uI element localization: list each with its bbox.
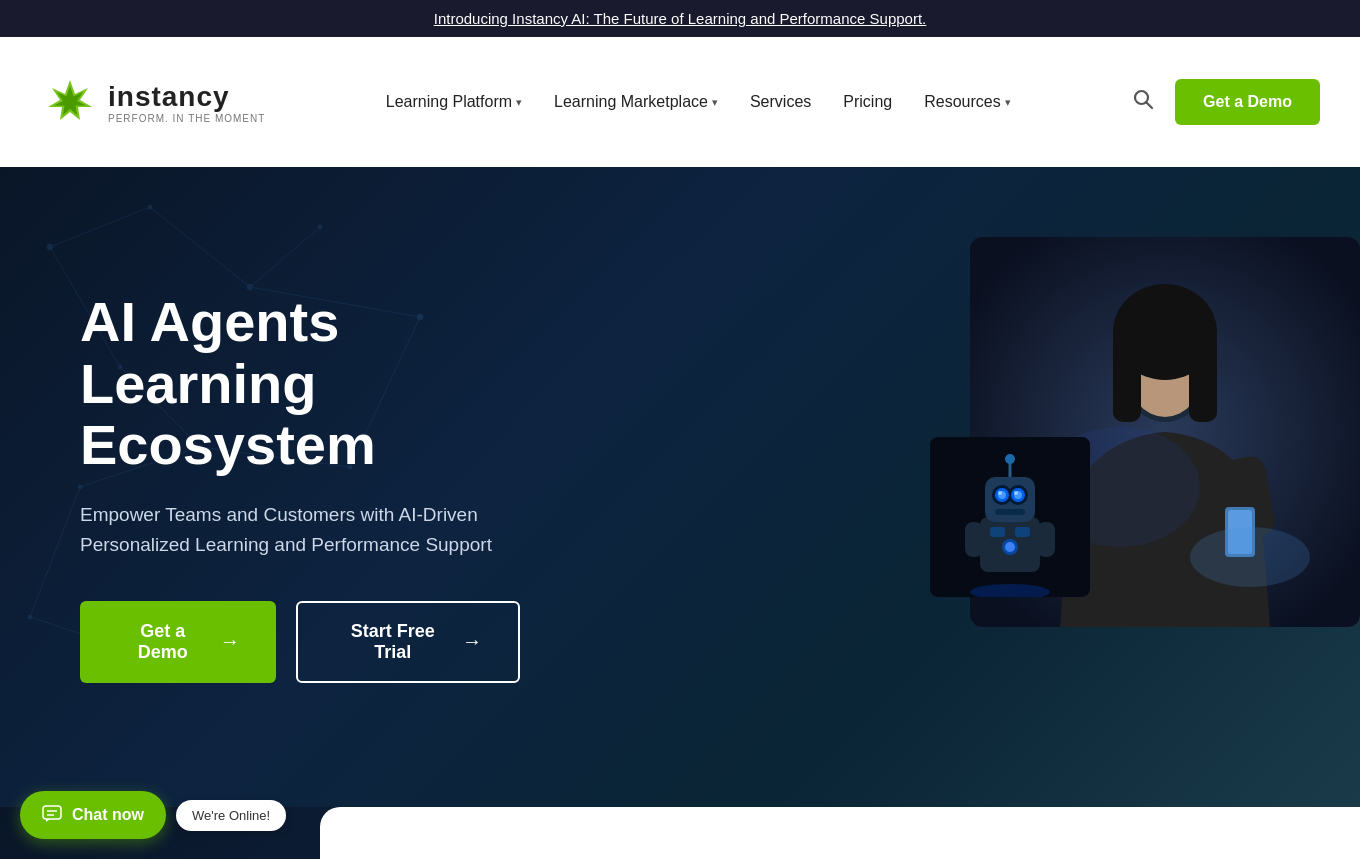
hero-subtitle: Empower Teams and Customers with AI-Driv… (80, 500, 520, 561)
nav-services[interactable]: Services (750, 85, 811, 119)
svg-point-5 (148, 205, 152, 209)
logo-name: instancy (108, 81, 265, 113)
svg-point-36 (1190, 527, 1310, 587)
svg-point-50 (1005, 454, 1015, 464)
hero-content: AI Agents Learning Ecosystem Empower Tea… (0, 211, 600, 763)
chat-icon (42, 805, 62, 825)
chat-status: We're Online! (176, 800, 286, 831)
hero-start-trial-button[interactable]: Start Free Trial → (296, 601, 520, 683)
logo-tagline: PERFORM. IN THE MOMENT (108, 113, 265, 124)
logo-text: instancy PERFORM. IN THE MOMENT (108, 81, 265, 124)
header-get-demo-button[interactable]: Get a Demo (1175, 79, 1320, 125)
search-button[interactable] (1131, 87, 1155, 117)
svg-rect-57 (1037, 522, 1055, 557)
chat-widget: Chat now We're Online! (20, 791, 286, 839)
announcement-banner: Introducing Instancy AI: The Future of L… (0, 0, 1360, 37)
svg-rect-73 (43, 806, 61, 819)
hero-images (940, 277, 1360, 697)
nav-resources[interactable]: Resources ▾ (924, 85, 1010, 119)
hero-title: AI Agents Learning Ecosystem (80, 291, 520, 476)
hero-robot-svg (930, 437, 1090, 597)
arrow-right-icon: → (220, 630, 240, 653)
svg-rect-51 (995, 509, 1025, 515)
logo-icon (40, 72, 100, 132)
logo[interactable]: instancy PERFORM. IN THE MOMENT (40, 72, 265, 132)
svg-point-48 (1014, 491, 1018, 495)
main-nav: Learning Platform ▾ Learning Marketplace… (386, 85, 1011, 119)
chevron-down-icon: ▾ (516, 96, 522, 109)
nav-pricing[interactable]: Pricing (843, 85, 892, 119)
header-right: Get a Demo (1131, 79, 1320, 125)
hero-get-demo-button[interactable]: Get a Demo → (80, 601, 276, 683)
svg-line-3 (1147, 103, 1153, 109)
svg-rect-53 (1015, 527, 1030, 537)
svg-rect-56 (965, 522, 983, 557)
chevron-down-icon: ▾ (712, 96, 718, 109)
hero-buttons: Get a Demo → Start Free Trial → (80, 601, 520, 683)
svg-rect-52 (990, 527, 1005, 537)
nav-learning-platform[interactable]: Learning Platform ▾ (386, 85, 522, 119)
nav-learning-marketplace[interactable]: Learning Marketplace ▾ (554, 85, 718, 119)
svg-point-55 (1005, 542, 1015, 552)
svg-rect-31 (1113, 332, 1141, 422)
svg-rect-32 (1189, 332, 1217, 422)
banner-link[interactable]: Introducing Instancy AI: The Future of L… (434, 10, 927, 27)
arrow-right-icon: → (462, 630, 482, 653)
hero-section: AI Agents Learning Ecosystem Empower Tea… (0, 167, 1360, 807)
chevron-down-icon: ▾ (1005, 96, 1011, 109)
chat-now-button[interactable]: Chat now (20, 791, 166, 839)
copilot-section: Co-Pilot for eLearning Creators Harness … (320, 807, 1360, 859)
svg-point-47 (998, 491, 1002, 495)
header: instancy PERFORM. IN THE MOMENT Learning… (0, 37, 1360, 167)
hero-robot-image (930, 437, 1090, 597)
